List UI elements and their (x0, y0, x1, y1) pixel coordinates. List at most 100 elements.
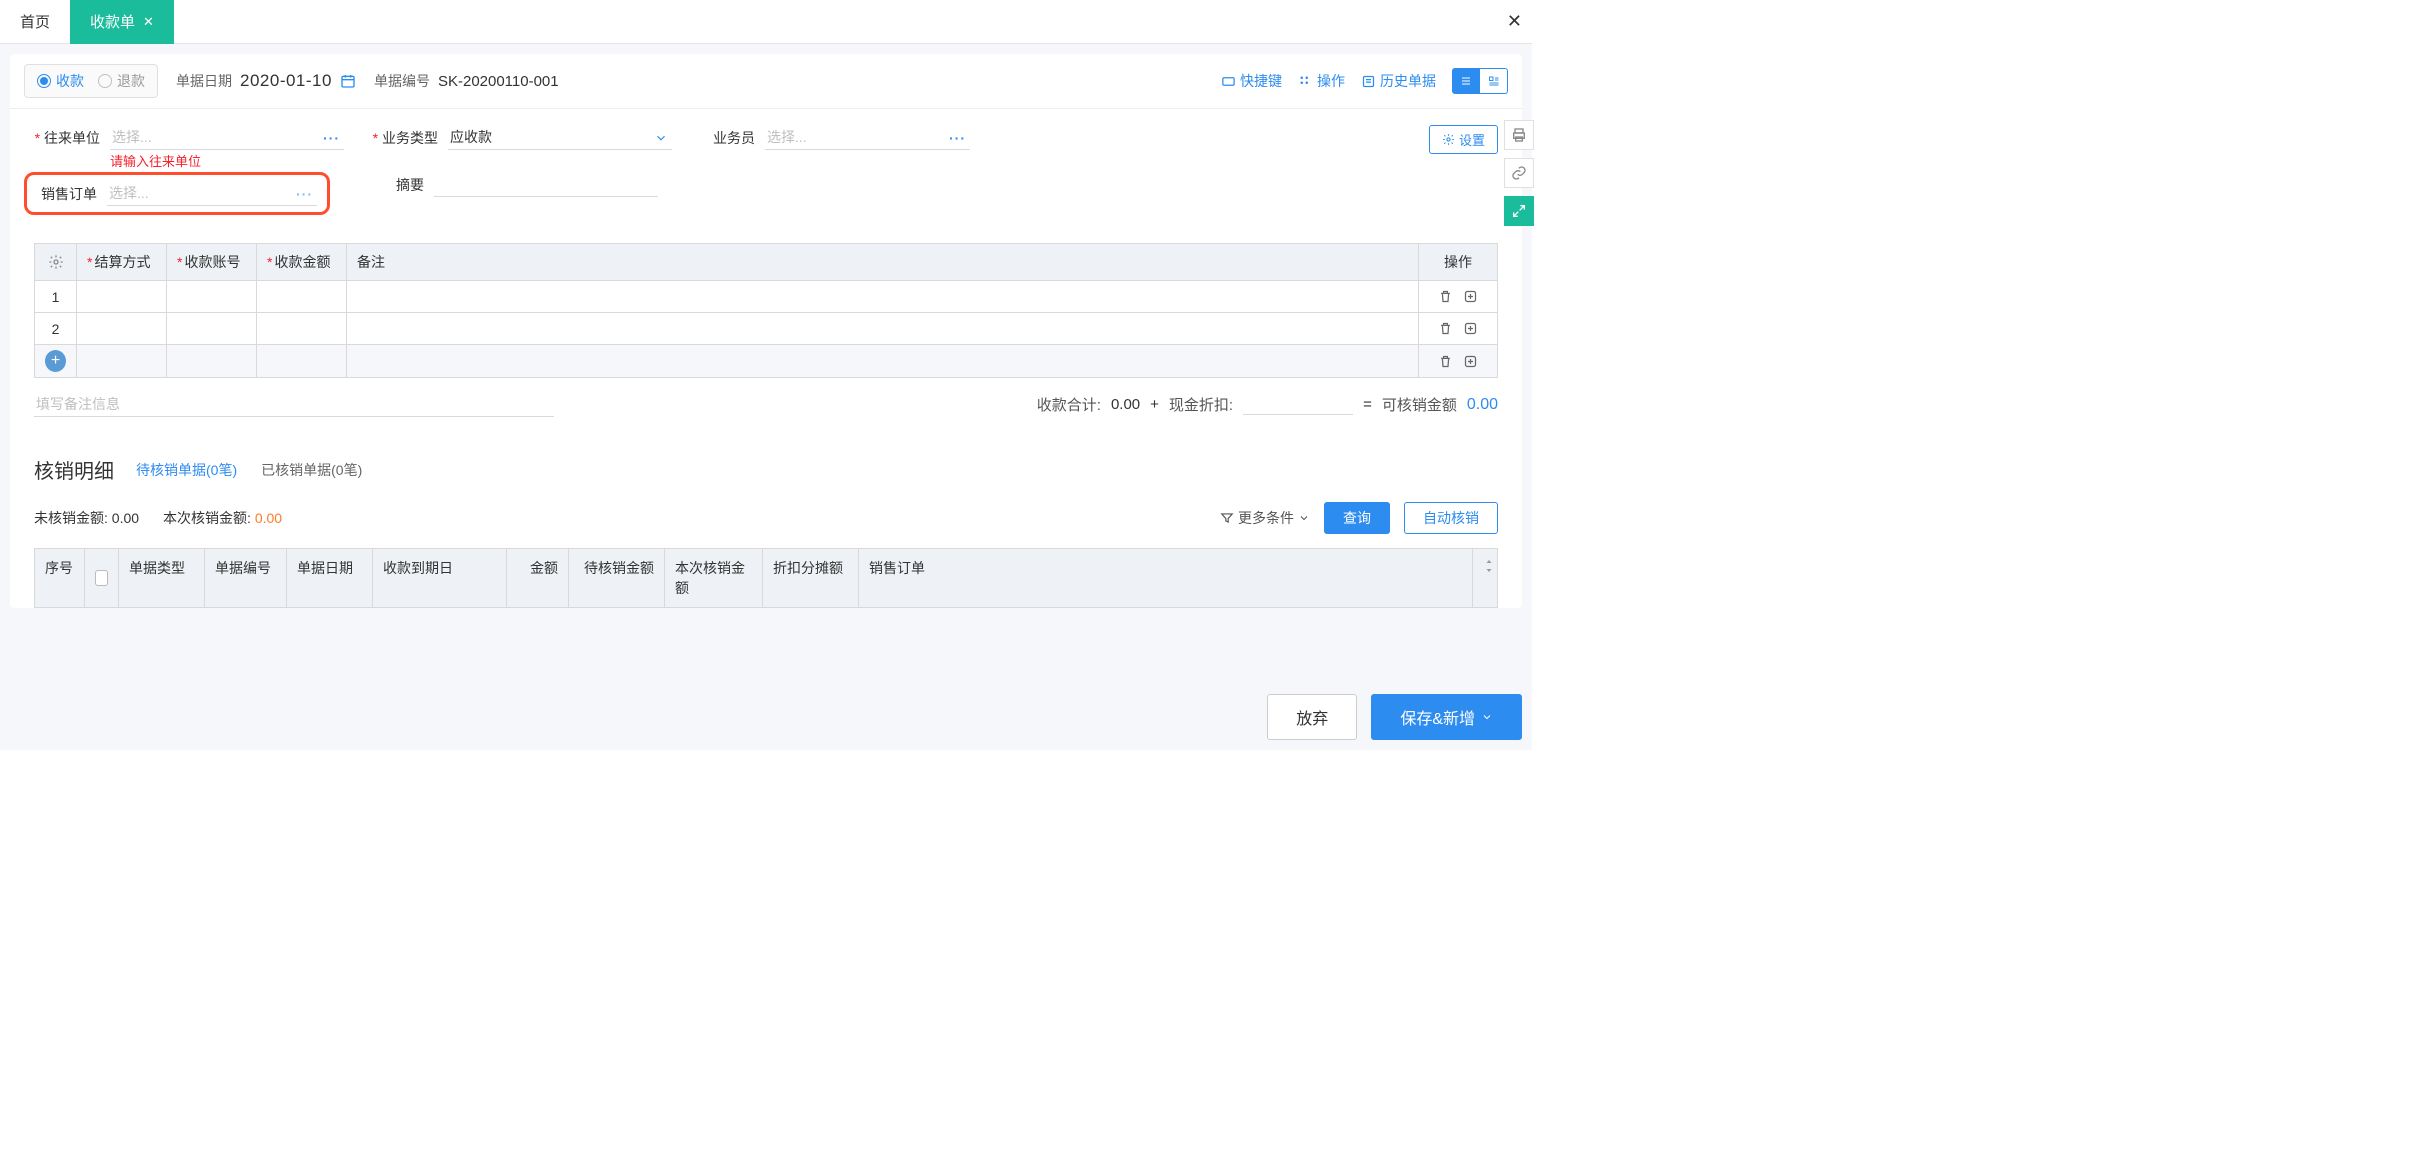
unverif-value: 0.00 (112, 510, 139, 526)
add-circle-icon[interactable]: + (45, 350, 66, 372)
delete-icon[interactable] (1438, 354, 1453, 369)
rail-print-icon[interactable] (1504, 120, 1534, 150)
sum-value: 0.00 (1111, 396, 1140, 413)
table-header: *结算方式 *收款账号 *收款金额 备注 操作 (35, 244, 1497, 281)
tab-home[interactable]: 首页 (0, 0, 70, 44)
gear-column[interactable] (35, 244, 77, 280)
col-sort[interactable] (1473, 549, 1497, 607)
col-docno: 单据编号 (205, 549, 287, 607)
add-row-icon[interactable] (1463, 321, 1478, 336)
radio-dot-icon (98, 74, 112, 88)
biz-type-input[interactable] (448, 125, 672, 150)
col-order: 销售订单 (859, 549, 1473, 607)
radio-dot-icon (37, 74, 51, 88)
summary-field: 摘要 (358, 172, 658, 197)
radio-refund[interactable]: 退款 (98, 71, 145, 91)
shortcut-link[interactable]: 快捷键 (1221, 71, 1282, 91)
verifiable-value: 0.00 (1467, 396, 1498, 414)
radio-receipt[interactable]: 收款 (37, 71, 84, 91)
form-area: 往来单位 ··· 请输入往来单位 业务类型 业务员 ··· (10, 109, 1522, 243)
rail-expand-icon[interactable] (1504, 196, 1534, 226)
lookup-icon[interactable]: ··· (323, 130, 340, 146)
discount-input[interactable] (1243, 395, 1353, 415)
biz-type-field: 业务类型 (372, 125, 672, 150)
sales-order-input[interactable] (107, 181, 317, 206)
view-list-button[interactable] (1452, 68, 1480, 94)
clerk-field: 业务员 ··· (700, 125, 970, 150)
writeoff-filter-row: 未核销金额: 0.00 本次核销金额: 0.00 更多条件 查询 自动核销 (10, 494, 1522, 548)
partner-error: 请输入往来单位 (110, 151, 201, 170)
calendar-icon[interactable] (340, 73, 356, 89)
save-new-button[interactable]: 保存&新增 (1371, 694, 1522, 740)
settings-button[interactable]: 设置 (1429, 125, 1498, 154)
verifiable-label: 可核销金额 (1382, 394, 1457, 415)
doc-no-value: SK-20200110-001 (438, 73, 559, 90)
rail-link-icon[interactable] (1504, 158, 1534, 188)
col-pending: 待核销金额 (569, 549, 665, 607)
col-amt: 金额 (507, 549, 569, 607)
doc-date-value[interactable]: 2020-01-10 (240, 71, 332, 91)
note-input[interactable] (34, 392, 554, 417)
tab-done[interactable]: 已核销单据(0笔) (259, 456, 364, 484)
table-row[interactable]: 1 (35, 281, 1497, 313)
unverif-label: 未核销金额: (34, 510, 108, 526)
doc-no-label: 单据编号 (374, 71, 430, 91)
operate-link[interactable]: 操作 (1298, 71, 1345, 91)
add-row-icon[interactable] (1463, 354, 1478, 369)
chevron-down-icon[interactable] (654, 131, 668, 145)
lookup-icon[interactable]: ··· (949, 130, 966, 146)
this-value: 0.00 (255, 510, 282, 526)
summary-input[interactable] (434, 172, 658, 197)
delete-icon[interactable] (1438, 321, 1453, 336)
save-label: 保存&新增 (1400, 705, 1475, 729)
col-pay-method: *结算方式 (77, 244, 167, 280)
col-due: 收款到期日 (373, 549, 507, 607)
more-cond-label: 更多条件 (1238, 508, 1294, 528)
link-label: 操作 (1317, 71, 1345, 91)
table-row[interactable]: 2 (35, 313, 1497, 345)
cancel-button[interactable]: 放弃 (1267, 694, 1357, 740)
delete-icon[interactable] (1438, 289, 1453, 304)
lookup-icon[interactable]: ··· (296, 186, 313, 202)
col-ops: 操作 (1419, 244, 1497, 280)
close-icon[interactable]: ✕ (143, 14, 154, 30)
view-card-button[interactable] (1480, 68, 1508, 94)
clerk-input[interactable] (765, 125, 970, 150)
tab-pending[interactable]: 待核销单据(0笔) (134, 456, 239, 484)
plus-sign: + (1150, 396, 1159, 413)
tab-label: 收款单 (90, 11, 135, 32)
checkbox[interactable] (95, 570, 108, 586)
radio-label: 收款 (56, 71, 84, 91)
biz-type-label: 业务类型 (372, 128, 438, 148)
col-account: *收款账号 (167, 244, 257, 280)
col-seq: 序号 (35, 549, 85, 607)
summary-label: 摘要 (358, 175, 424, 195)
history-link[interactable]: 历史单据 (1361, 71, 1436, 91)
query-button[interactable]: 查询 (1324, 502, 1390, 534)
header-actions: 快捷键 操作 历史单据 (1221, 68, 1508, 94)
close-all-icon[interactable]: ✕ (1507, 11, 1522, 32)
this-label: 本次核销金额: (163, 510, 251, 526)
col-checkbox (85, 549, 119, 607)
row-number: 2 (35, 313, 77, 344)
header-row: 收款 退款 单据日期 2020-01-10 单据编号 SK-20200110-0… (10, 54, 1522, 109)
equals-sign: = (1363, 396, 1372, 413)
amount-info: 未核销金额: 0.00 本次核销金额: 0.00 (34, 508, 282, 528)
doc-no-field: 单据编号 SK-20200110-001 (374, 71, 559, 91)
col-date: 单据日期 (287, 549, 373, 607)
link-label: 快捷键 (1240, 71, 1282, 91)
writeoff-title: 核销明细 (34, 455, 114, 484)
right-rail (1504, 120, 1534, 226)
partner-input[interactable] (110, 125, 344, 150)
sales-order-label: 销售订单 (37, 184, 97, 204)
row-number: 1 (35, 281, 77, 312)
more-conditions[interactable]: 更多条件 (1220, 508, 1310, 528)
writeoff-table-header: 序号 单据类型 单据编号 单据日期 收款到期日 金额 待核销金额 本次核销金额 … (35, 549, 1497, 607)
tab-receipt[interactable]: 收款单 ✕ (70, 0, 174, 44)
add-row-icon[interactable] (1463, 289, 1478, 304)
sales-order-field: 销售订单 ··· (37, 181, 317, 206)
link-label: 历史单据 (1380, 71, 1436, 91)
payment-table: *结算方式 *收款账号 *收款金额 备注 操作 1 2 (34, 243, 1498, 378)
auto-writeoff-button[interactable]: 自动核销 (1404, 502, 1498, 534)
col-disc: 折扣分摊额 (763, 549, 859, 607)
